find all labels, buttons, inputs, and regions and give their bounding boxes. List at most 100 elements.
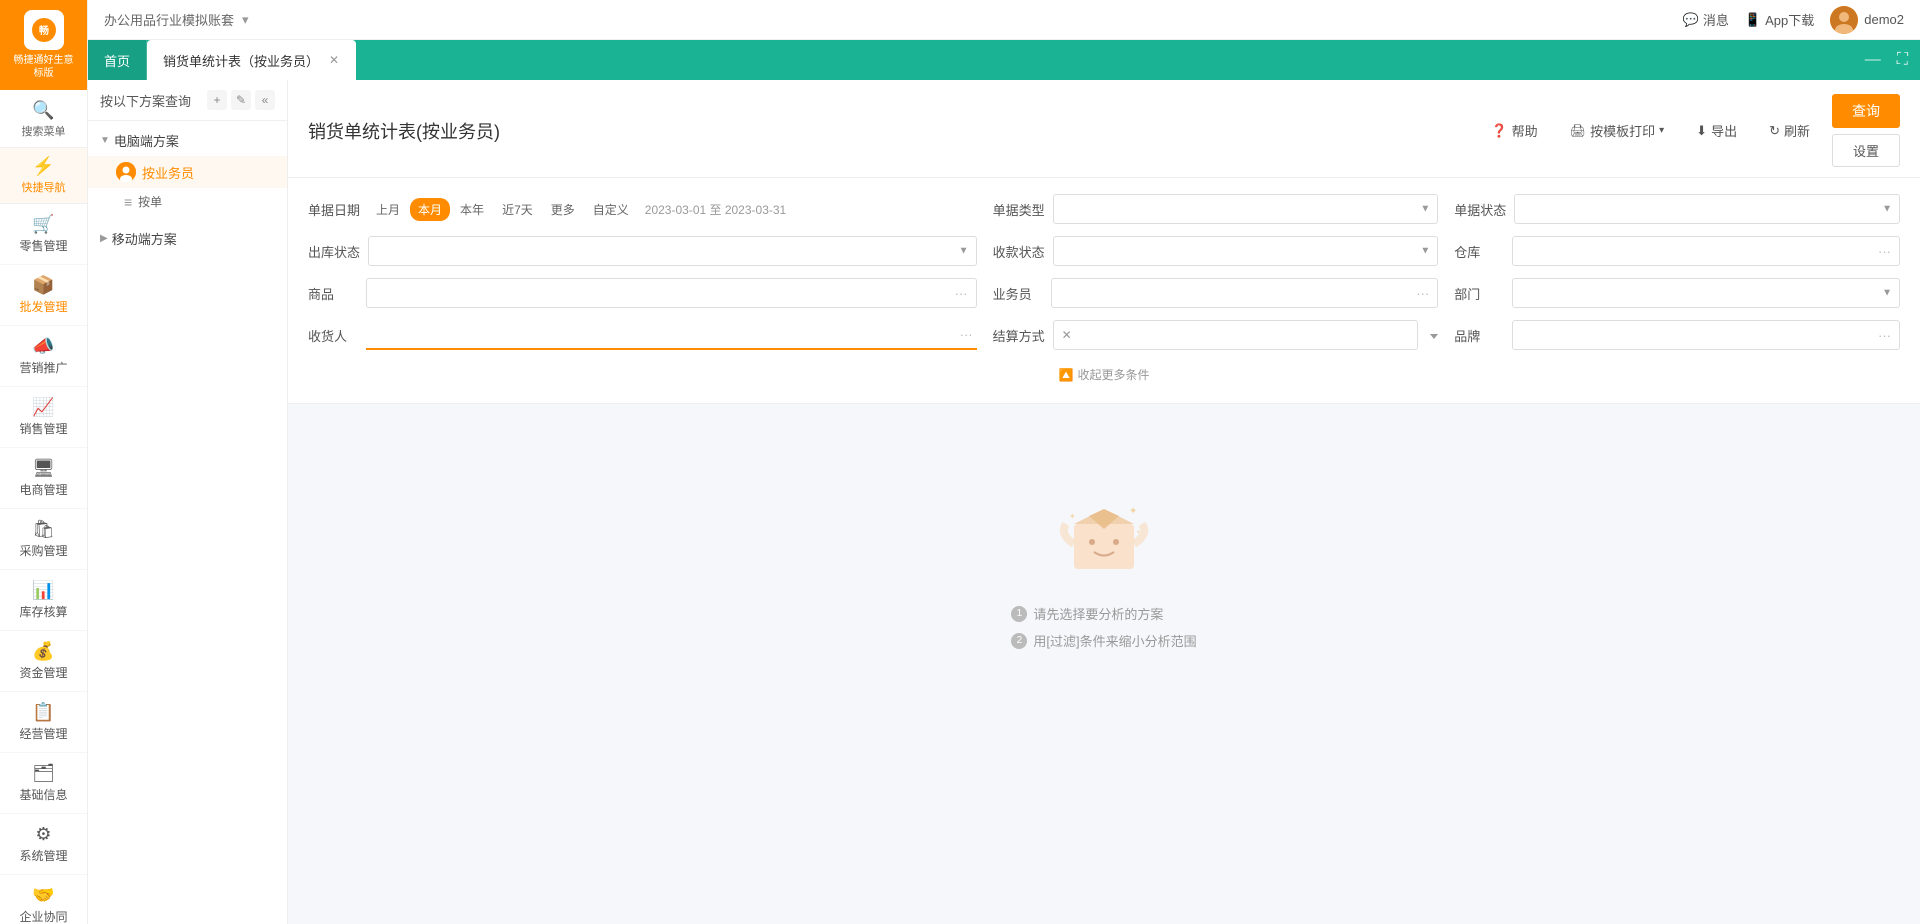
goods-input[interactable]: ··· xyxy=(366,278,977,308)
empty-state: ✦ ✦ ✦ 1 请先选择要分析的方案 2 用[过滤]条 xyxy=(288,404,1920,738)
collect-status-select-wrap[interactable] xyxy=(1053,236,1439,266)
sidebar-inventory-label: 库存核算 xyxy=(19,603,67,620)
sidebar-item-basic[interactable]: 🗂 基础信息 xyxy=(0,753,87,814)
refresh-button[interactable]: ↻ 刷新 xyxy=(1759,116,1820,145)
tab-maximize-button[interactable]: ⛶ xyxy=(1893,47,1912,73)
brand-input[interactable]: ··· xyxy=(1512,320,1900,350)
sidebar-item-system[interactable]: ⚙ 系统管理 xyxy=(0,814,87,875)
sidebar-purchase-label: 采购管理 xyxy=(19,542,67,559)
message-button[interactable]: 💬 消息 xyxy=(1683,10,1729,29)
purchase-icon: 🛍 xyxy=(32,519,55,540)
page-actions: ❓ 帮助 🖨 按模板打印 ▾ ⬇ 导出 ↻ 刷新 xyxy=(1481,94,1900,167)
desktop-chevron-icon: ▼ xyxy=(100,135,110,146)
add-scheme-button[interactable]: + xyxy=(207,90,227,110)
app-download-button[interactable]: 📱 App下载 xyxy=(1745,10,1814,29)
goods-label: 商品 xyxy=(308,284,358,303)
ecom-icon: 🖥 xyxy=(32,458,55,479)
date-label: 单据日期 xyxy=(308,200,360,219)
tab-sales-stat[interactable]: 销货单统计表（按业务员） ✕ xyxy=(147,40,356,80)
left-panel-header: 按以下方案查询 + ✎ « xyxy=(88,80,287,121)
filter-item-date: 单据日期 上月 本月 本年 近7天 更多 自定义 2023-03-01 至 20… xyxy=(308,198,977,221)
sidebar-item-purchase[interactable]: 🛍 采购管理 xyxy=(0,509,87,570)
date-tab-7days[interactable]: 近7天 xyxy=(494,198,541,221)
edit-scheme-button[interactable]: ✎ xyxy=(231,90,251,110)
query-button[interactable]: 查询 xyxy=(1832,94,1900,128)
collect-status-select[interactable] xyxy=(1053,236,1439,266)
sidebar-marketing-label: 营销推广 xyxy=(19,359,67,376)
sidebar-sales-label: 销售管理 xyxy=(19,420,67,437)
mobile-scheme-header[interactable]: ▶ 移动端方案 xyxy=(88,223,287,254)
sidebar-item-corp[interactable]: 🤝 企业协同 xyxy=(0,875,87,924)
staff-input[interactable]: ··· xyxy=(1051,278,1439,308)
app-logo: 畅 畅捷通好生意 标版 xyxy=(0,0,87,90)
header-dropdown-icon[interactable]: ▾ xyxy=(242,12,249,28)
svg-text:✦: ✦ xyxy=(1069,512,1076,521)
desktop-scheme-header[interactable]: ▼ 电脑端方案 xyxy=(88,125,287,156)
sidebar-search-item[interactable]: 🔍 搜索菜单 xyxy=(0,90,87,148)
receiver-input[interactable]: ··· xyxy=(366,320,977,350)
settle-close-icon[interactable]: ✕ xyxy=(1062,328,1072,342)
dept-select[interactable] xyxy=(1512,278,1900,308)
page-title: 销货单统计表(按业务员) xyxy=(308,118,500,144)
filter-row-2: 出库状态 收款状态 仓库 ··· xyxy=(308,236,1900,266)
order-scheme-icon: ≡ xyxy=(124,194,132,210)
collapse-panel-button[interactable]: « xyxy=(255,90,275,110)
warehouse-dots: ··· xyxy=(1878,244,1891,259)
sidebar-item-marketing[interactable]: 📣 营销推广 xyxy=(0,326,87,387)
operation-icon: 📋 xyxy=(32,702,54,723)
tip-text-1: 请先选择要分析的方案 xyxy=(1033,604,1163,623)
filter-item-out-status: 出库状态 xyxy=(308,236,977,266)
print-label: 按模板打印 xyxy=(1590,121,1655,140)
sidebar-item-operation[interactable]: 📋 经营管理 xyxy=(0,692,87,753)
dept-select-wrap[interactable] xyxy=(1512,278,1900,308)
tab-home[interactable]: 首页 xyxy=(88,40,147,80)
scheme-item-by-order[interactable]: ≡ 按单 xyxy=(88,188,287,215)
out-status-select[interactable] xyxy=(368,236,977,266)
filter-item-settle: 结算方式 ✕ xyxy=(993,320,1439,350)
corp-icon: 🤝 xyxy=(32,885,54,906)
empty-tip-1: 1 请先选择要分析的方案 xyxy=(1011,604,1196,623)
tab-close-icon[interactable]: ✕ xyxy=(329,53,339,67)
order-type-select-wrap[interactable] xyxy=(1053,194,1439,224)
order-type-select[interactable] xyxy=(1053,194,1439,224)
date-tab-custom[interactable]: 自定义 xyxy=(585,198,637,221)
header-right: 💬 消息 📱 App下载 demo2 xyxy=(1683,6,1904,34)
sidebar-item-sales[interactable]: 📈 销售管理 xyxy=(0,387,87,448)
help-label: 帮助 xyxy=(1512,121,1538,140)
left-panel-title: 按以下方案查询 xyxy=(100,91,191,110)
print-button[interactable]: 🖨 按模板打印 ▾ xyxy=(1560,116,1675,145)
sidebar-item-finance[interactable]: 💰 资金管理 xyxy=(0,631,87,692)
settle-input[interactable]: ✕ xyxy=(1053,320,1419,350)
date-tab-this-year[interactable]: 本年 xyxy=(452,198,492,221)
query-settings-group: 查询 设置 xyxy=(1832,94,1900,167)
scheme-item-by-staff[interactable]: 按业务员 xyxy=(88,156,287,188)
export-button[interactable]: ⬇ 导出 xyxy=(1686,116,1747,145)
sidebar-search-label: 搜索菜单 xyxy=(22,123,66,139)
sidebar-shortcut-item[interactable]: ⚡ 快捷导航 xyxy=(0,148,87,204)
brand-label: 品牌 xyxy=(1454,326,1504,345)
warehouse-input[interactable]: ··· xyxy=(1512,236,1900,266)
date-tab-this-month[interactable]: 本月 xyxy=(410,198,450,221)
out-status-select-wrap[interactable] xyxy=(368,236,977,266)
sidebar-item-inventory[interactable]: 📊 库存核算 xyxy=(0,570,87,631)
help-button[interactable]: ❓ 帮助 xyxy=(1481,116,1547,145)
collapse-chevron-icon: 🔼 xyxy=(1059,368,1074,382)
date-tab-more[interactable]: 更多 xyxy=(543,198,583,221)
sidebar-item-ecom[interactable]: 🖥 电商管理 xyxy=(0,448,87,509)
order-status-select[interactable] xyxy=(1514,194,1900,224)
tab-bar-actions: — ⛶ xyxy=(1861,40,1920,80)
collapse-filters-button[interactable]: 🔼 收起更多条件 xyxy=(1047,362,1162,387)
refresh-icon: ↻ xyxy=(1769,123,1780,139)
user-info[interactable]: demo2 xyxy=(1830,6,1904,34)
tab-minimize-button[interactable]: — xyxy=(1861,47,1885,73)
sidebar-finance-label: 资金管理 xyxy=(19,664,67,681)
order-status-select-wrap[interactable] xyxy=(1514,194,1900,224)
message-icon: 💬 xyxy=(1683,12,1699,28)
date-tab-last-month[interactable]: 上月 xyxy=(368,198,408,221)
collapse-label: 收起更多条件 xyxy=(1077,366,1149,383)
scheme-item-staff-label: 按业务员 xyxy=(142,163,194,182)
settings-button[interactable]: 设置 xyxy=(1832,134,1900,167)
sidebar-item-retail[interactable]: 🛒 零售管理 xyxy=(0,204,87,265)
desktop-scheme-label: 电脑端方案 xyxy=(114,131,179,150)
sidebar-item-wholesale[interactable]: 📦 批发管理 xyxy=(0,265,87,326)
